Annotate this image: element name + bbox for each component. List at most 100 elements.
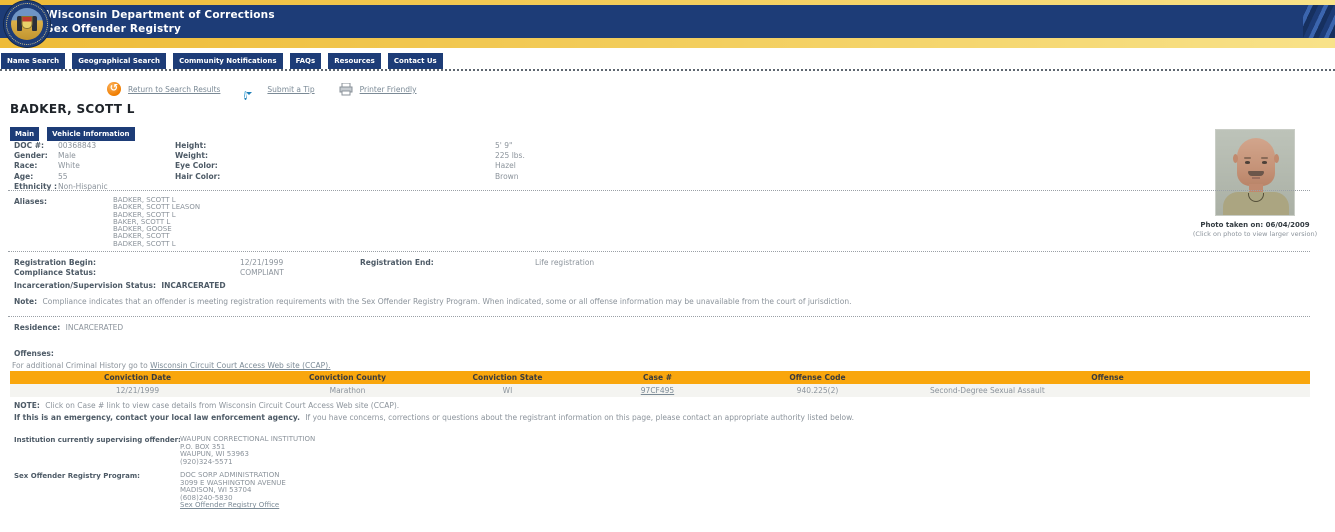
ccap-line: For additional Criminal History go to Wi… — [12, 361, 331, 370]
height-label: Height: — [175, 141, 207, 150]
main-nav: Name Search Geographical Search Communit… — [0, 48, 1335, 69]
doc-number-value: 00368843 — [58, 141, 97, 150]
cell-conviction-state: WI — [430, 384, 585, 397]
offense-table-header-row: Conviction Date Conviction County Convic… — [10, 371, 1310, 384]
emergency-note-bold: If this is an emergency, contact your lo… — [14, 413, 300, 422]
compliance-note-label: Note: — [14, 297, 38, 306]
identity-values-col2: 5' 9" 225 lbs. Hazel Brown — [495, 141, 525, 182]
printer-friendly-link[interactable]: Printer Friendly — [339, 82, 417, 96]
institution-line: (920)324-5571 — [180, 457, 233, 466]
photo-mouth — [1252, 177, 1260, 179]
case-link-note-text: Click on Case # link to view case detail… — [45, 401, 400, 410]
col-conviction-state: Conviction State — [430, 371, 585, 384]
offender-photo-block: Photo taken on: 06/04/2009 (Click on pho… — [1188, 129, 1322, 238]
institution-address: WAUPUN CORRECTIONAL INSTITUTION P.O. BOX… — [180, 435, 315, 466]
cell-offense-code: 940.225(2) — [730, 384, 905, 397]
printer-friendly-label: Printer Friendly — [359, 84, 417, 94]
offender-name-title: BADKER, SCOTT L — [10, 102, 135, 116]
seal-figure-right — [32, 16, 37, 31]
separator-1 — [8, 190, 1310, 191]
age-label: Age: — [14, 171, 34, 181]
sorp-address: DOC SORP ADMINISTRATION 3099 E WASHINGTO… — [180, 471, 286, 510]
offender-photo[interactable] — [1215, 129, 1295, 216]
photo-eye-left — [1245, 161, 1250, 164]
residence-row: Residence: INCARCERATED — [14, 323, 123, 332]
weight-label: Weight: — [175, 151, 208, 161]
submit-a-tip-label: Submit a Tip — [267, 84, 315, 94]
header-flag-graphic — [1303, 5, 1335, 38]
cell-conviction-county: Marathon — [265, 384, 430, 397]
nav-faqs[interactable]: FAQs — [289, 53, 322, 69]
photo-click-hint: (Click on photo to view larger version) — [1192, 230, 1318, 238]
offenses-heading: Offenses: — [14, 349, 54, 358]
photo-brow-left — [1244, 157, 1251, 159]
gender-label: Gender: — [14, 151, 48, 161]
nav-community-notifications[interactable]: Community Notifications — [173, 53, 283, 69]
photo-brow-right — [1261, 157, 1268, 159]
nav-geographical-search[interactable]: Geographical Search — [72, 53, 166, 69]
tip-bubble-icon: i — [244, 83, 260, 100]
age-value: 55 — [58, 171, 68, 181]
gender-value: Male — [58, 151, 76, 161]
header-titles: Wisconsin Department of Corrections Sex … — [46, 8, 275, 36]
sorp-label: Sex Offender Registry Program: — [14, 472, 140, 480]
height-value: 5' 9" — [495, 141, 513, 150]
aliases-list: BADKER, SCOTT L BADKER, SCOTT LEASON BAD… — [113, 196, 200, 248]
offense-table: Conviction Date Conviction County Convic… — [10, 371, 1310, 397]
photo-face — [1237, 138, 1275, 186]
return-to-search-results-link[interactable]: ↺ Return to Search Results — [107, 82, 220, 96]
col-conviction-county: Conviction County — [265, 371, 430, 384]
back-arrow-icon: ↺ — [107, 82, 121, 96]
col-offense-code: Offense Code — [730, 371, 905, 384]
seal-shield — [21, 16, 33, 29]
doc-number-label: DOC #: — [14, 141, 44, 150]
race-value: White — [58, 161, 80, 171]
printer-icon — [339, 82, 353, 95]
sorp-office-link[interactable]: Sex Offender Registry Office — [180, 501, 286, 510]
col-case-number: Case # — [585, 371, 730, 384]
residence-label: Residence: — [14, 323, 61, 332]
ccap-link[interactable]: Wisconsin Circuit Court Access Web site … — [150, 361, 330, 370]
separator-3 — [8, 316, 1310, 317]
registration-begin-label: Registration Begin: — [14, 258, 96, 267]
aliases-label: Aliases: — [14, 197, 48, 206]
compliance-status-value: COMPLIANT — [240, 268, 284, 277]
hair-color-label: Hair Color: — [175, 171, 221, 181]
cell-case-number: 97CF495 — [585, 384, 730, 397]
cell-conviction-date: 12/21/1999 — [10, 384, 265, 397]
photo-eye-right — [1262, 161, 1267, 164]
incarceration-status-value: INCARCERATED — [161, 281, 226, 290]
incarceration-status-label: Incarceration/Supervision Status: — [14, 281, 156, 290]
weight-value: 225 lbs. — [495, 151, 525, 161]
tab-vehicle-information[interactable]: Vehicle Information — [47, 127, 135, 141]
wisconsin-doc-seal-logo — [4, 1, 50, 47]
compliance-note-text: Compliance indicates that an offender is… — [42, 297, 852, 306]
alias-item: BADKER, SCOTT L — [113, 239, 176, 248]
nav-contact-us[interactable]: Contact Us — [387, 53, 443, 69]
submit-a-tip-link[interactable]: i Submit a Tip — [244, 83, 315, 100]
case-number-link[interactable]: 97CF495 — [641, 386, 674, 395]
eye-color-label: Eye Color: — [175, 161, 218, 171]
identity-labels-col1: DOC #: Gender: Race: Age: Ethnicity : — [14, 141, 57, 192]
photo-taken-caption: Photo taken on: 06/04/2009 — [1200, 221, 1310, 229]
page-header: Wisconsin Department of Corrections Sex … — [0, 0, 1335, 48]
registration-end-label: Registration End: — [360, 258, 434, 267]
nav-resources[interactable]: Resources — [328, 53, 381, 69]
incarceration-status-row: Incarceration/Supervision Status: INCARC… — [14, 281, 226, 290]
col-conviction-date: Conviction Date — [10, 371, 265, 384]
registration-end-value: Life registration — [535, 258, 595, 267]
identity-values-col1: 00368843 Male White 55 Non-Hispanic — [58, 141, 108, 192]
emergency-note: If this is an emergency, contact your lo… — [14, 413, 854, 422]
nav-name-search[interactable]: Name Search — [1, 53, 66, 69]
institution-label: Institution currently supervising offend… — [14, 436, 181, 444]
residence-value: INCARCERATED — [65, 323, 124, 332]
hair-color-value: Brown — [495, 171, 519, 181]
separator-2 — [8, 251, 1310, 252]
emergency-note-text: If you have concerns, corrections or que… — [305, 413, 854, 422]
race-label: Race: — [14, 161, 38, 171]
registration-begin-value: 12/21/1999 — [240, 258, 284, 267]
col-offense: Offense — [905, 371, 1310, 384]
toolbar: ↺ Return to Search Results i Submit a Ti… — [107, 80, 417, 100]
identity-labels-col2: Height: Weight: Eye Color: Hair Color: — [175, 141, 220, 182]
tab-main[interactable]: Main — [10, 127, 40, 141]
